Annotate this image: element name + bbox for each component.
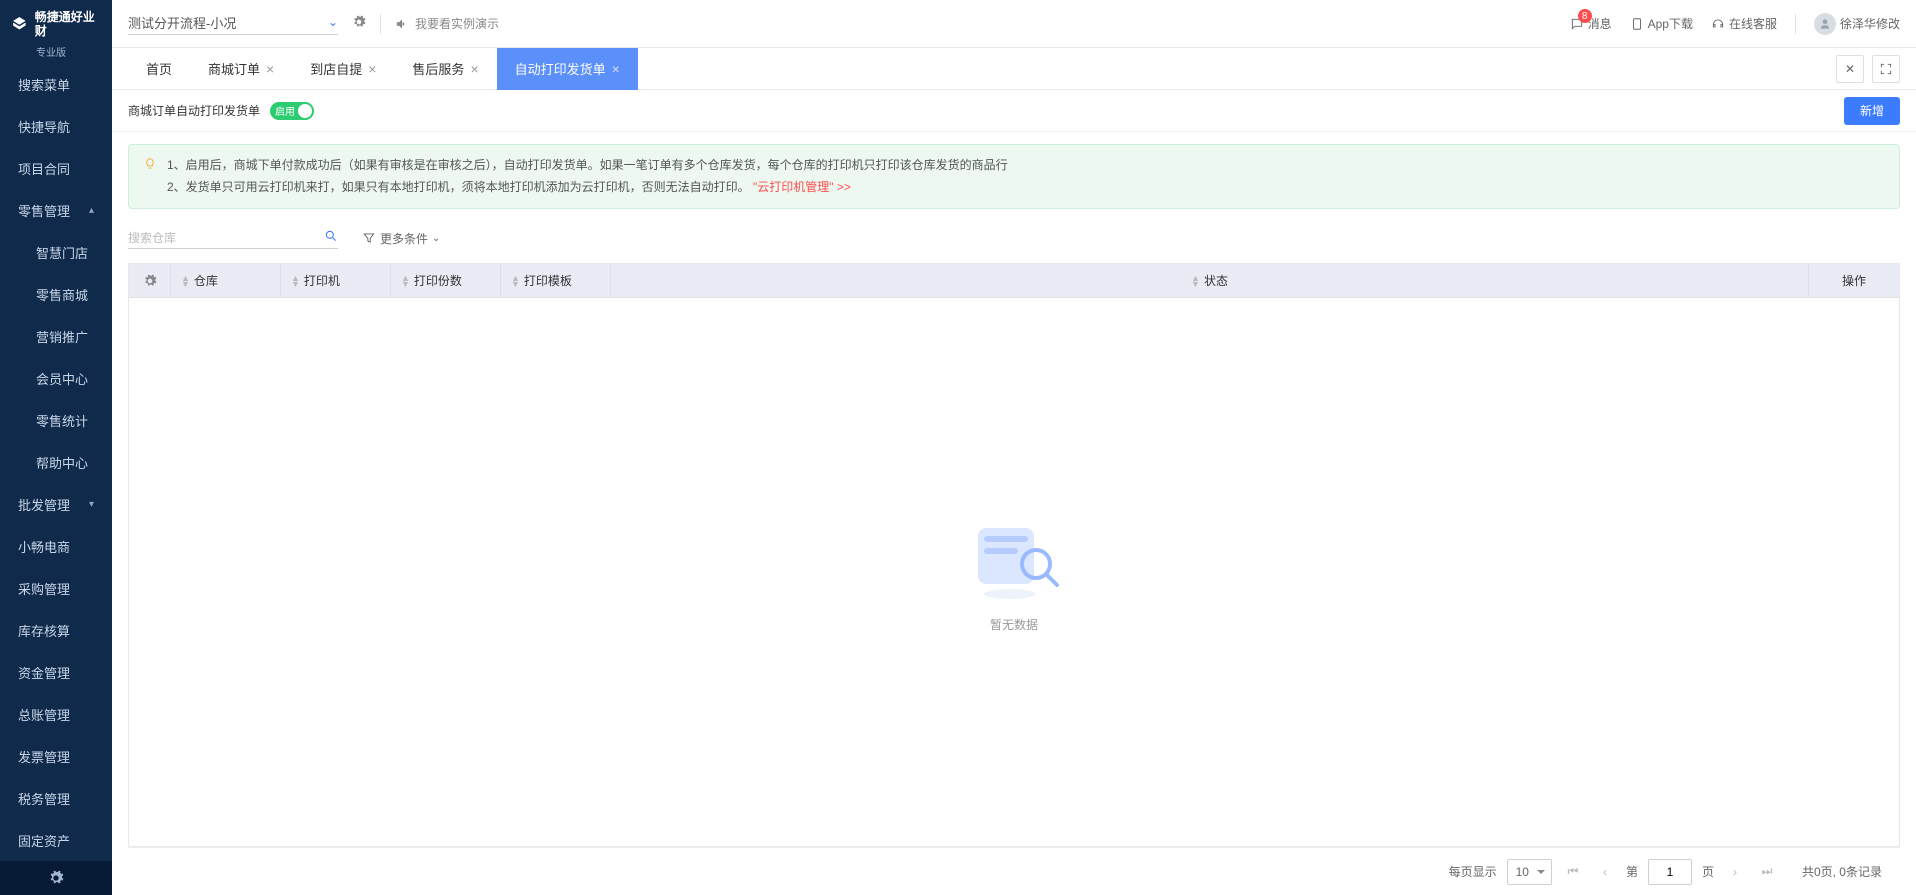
empty-illustration [954,512,1074,602]
brand-logo: 畅捷通好业财 [0,0,112,48]
sidebar-settings-button[interactable] [0,861,112,895]
data-table: ▲▼仓库 ▲▼打印机 ▲▼打印份数 ▲▼打印模板 ▲▼状态 操作 [128,263,1900,847]
main-area: 测试分开流程-小况 ⌄ 我要看实例演示 8 消息 App下载 [112,0,1916,895]
filter-icon [362,231,376,245]
close-icon[interactable]: × [368,61,376,77]
per-page-label: 每页显示 [1449,863,1497,880]
sidebar-item[interactable]: 项目合同 [0,147,112,189]
search-icon[interactable] [324,229,338,246]
page-input[interactable] [1648,859,1692,885]
table-body-empty: 暂无数据 [129,298,1899,846]
sidebar-item[interactable]: 零售管理▴ [0,189,112,231]
cloud-printer-link[interactable]: "云打印机管理" >> [753,180,851,194]
brand-edition: 专业版 [0,44,112,59]
brand-icon [10,14,29,34]
close-icon[interactable]: × [470,61,478,77]
next-page-button[interactable]: › [1724,861,1746,883]
filter-row: 更多条件 ⌄ [128,227,1900,249]
column-header[interactable]: ▲▼打印机 [281,264,391,297]
sidebar-item[interactable]: 固定资产 [0,819,112,861]
sidebar-item[interactable]: 发票管理 [0,735,112,777]
caret-up-icon: ▴ [89,205,94,216]
sidebar-item[interactable]: 零售统计 [0,399,112,441]
column-settings-button[interactable] [129,264,171,297]
info-banner: 1、启用后，商城下单付款成功后（如果有审核是在审核之后），自动打印发货单。如果一… [128,144,1900,209]
app-download-button[interactable]: App下载 [1630,15,1693,32]
messages-button[interactable]: 8 消息 [1570,15,1612,32]
close-icon[interactable]: × [266,61,274,77]
tab[interactable]: 自动打印发货单× [497,48,638,90]
topbar: 测试分开流程-小况 ⌄ 我要看实例演示 8 消息 App下载 [112,0,1916,48]
empty-text: 暂无数据 [990,616,1038,633]
caret-down-icon: ▾ [89,499,94,510]
toggle-label: 商城订单自动打印发货单 [128,102,260,119]
tab[interactable]: 售后服务× [394,48,496,90]
tab-bar: 首页商城订单×到店自提×售后服务×自动打印发货单× ✕ [112,48,1916,90]
gear-icon [48,870,64,886]
warehouse-search[interactable] [128,227,338,249]
search-input[interactable] [128,231,324,245]
sidebar-item[interactable]: 资金管理 [0,651,112,693]
pagination: 每页显示 10 ⏮ ‹ 第 页 › ⏭ 共0页, 0条记录 [128,847,1900,895]
phone-icon [1630,17,1644,31]
tab[interactable]: 到店自提× [292,48,394,90]
page-summary: 共0页, 0条记录 [1802,863,1882,880]
column-header[interactable]: ▲▼打印份数 [391,264,501,297]
close-all-tabs-button[interactable]: ✕ [1836,55,1864,83]
sidebar-item[interactable]: 小畅电商 [0,525,112,567]
gear-icon [143,274,157,288]
prev-page-button[interactable]: ‹ [1594,861,1616,883]
content: 1、启用后，商城下单付款成功后（如果有审核是在审核之后），自动打印发货单。如果一… [112,132,1916,895]
tab[interactable]: 商城订单× [190,48,292,90]
headset-icon [1711,17,1725,31]
workspace-selector[interactable]: 测试分开流程-小况 ⌄ [128,13,338,35]
first-page-button[interactable]: ⏮ [1562,861,1584,883]
notice-line-2: 2、发货单只可用云打印机来打，如果只有本地打印机，须将本地打印机添加为云打印机，… [167,177,1008,199]
table-header: ▲▼仓库 ▲▼打印机 ▲▼打印份数 ▲▼打印模板 ▲▼状态 操作 [129,264,1899,298]
sidebar-item[interactable]: 税务管理 [0,777,112,819]
expand-icon [1879,62,1893,76]
column-header[interactable]: ▲▼打印模板 [501,264,611,297]
sidebar-item[interactable]: 快捷导航 [0,105,112,147]
tab[interactable]: 首页 [128,48,190,90]
enable-toggle[interactable]: 启用 [270,102,314,120]
sidebar-item[interactable]: 会员中心 [0,357,112,399]
new-button[interactable]: 新增 [1844,97,1900,125]
user-menu[interactable]: 徐泽华修改 [1814,13,1900,35]
notice-line-1: 1、启用后，商城下单付款成功后（如果有审核是在审核之后），自动打印发货单。如果一… [167,155,1008,177]
sidebar-item[interactable]: 库存核算 [0,609,112,651]
page-toolbar: 商城订单自动打印发货单 启用 新增 [112,90,1916,132]
message-badge: 8 [1578,9,1592,23]
bulb-icon [143,157,157,171]
chevron-down-icon: ⌄ [328,15,338,29]
column-header[interactable]: ▲▼仓库 [171,264,281,297]
demo-link[interactable]: 我要看实例演示 [395,15,499,32]
close-icon[interactable]: × [612,61,620,77]
sidebar-item[interactable]: 搜索菜单 [0,63,112,105]
per-page-select[interactable]: 10 [1507,859,1552,885]
chevron-down-icon: ⌄ [432,233,440,244]
column-header[interactable]: ▲▼状态 [611,264,1809,297]
last-page-button[interactable]: ⏭ [1756,861,1778,883]
avatar [1814,13,1836,35]
sidebar-item[interactable]: 零售商城 [0,273,112,315]
more-filters-button[interactable]: 更多条件 ⌄ [362,230,440,247]
support-button[interactable]: 在线客服 [1711,15,1777,32]
sidebar: 畅捷通好业财 专业版 搜索菜单快捷导航项目合同零售管理▴智慧门店零售商城营销推广… [0,0,112,895]
sidebar-item[interactable]: 采购管理 [0,567,112,609]
sidebar-item[interactable]: 总账管理 [0,693,112,735]
speaker-icon [395,17,409,31]
sidebar-item[interactable]: 营销推广 [0,315,112,357]
column-header-action: 操作 [1809,264,1899,297]
sidebar-item[interactable]: 智慧门店 [0,231,112,273]
sidebar-item[interactable]: 帮助中心 [0,441,112,483]
fullscreen-button[interactable] [1872,55,1900,83]
workspace-settings-button[interactable] [352,15,366,32]
sidebar-item[interactable]: 批发管理▾ [0,483,112,525]
